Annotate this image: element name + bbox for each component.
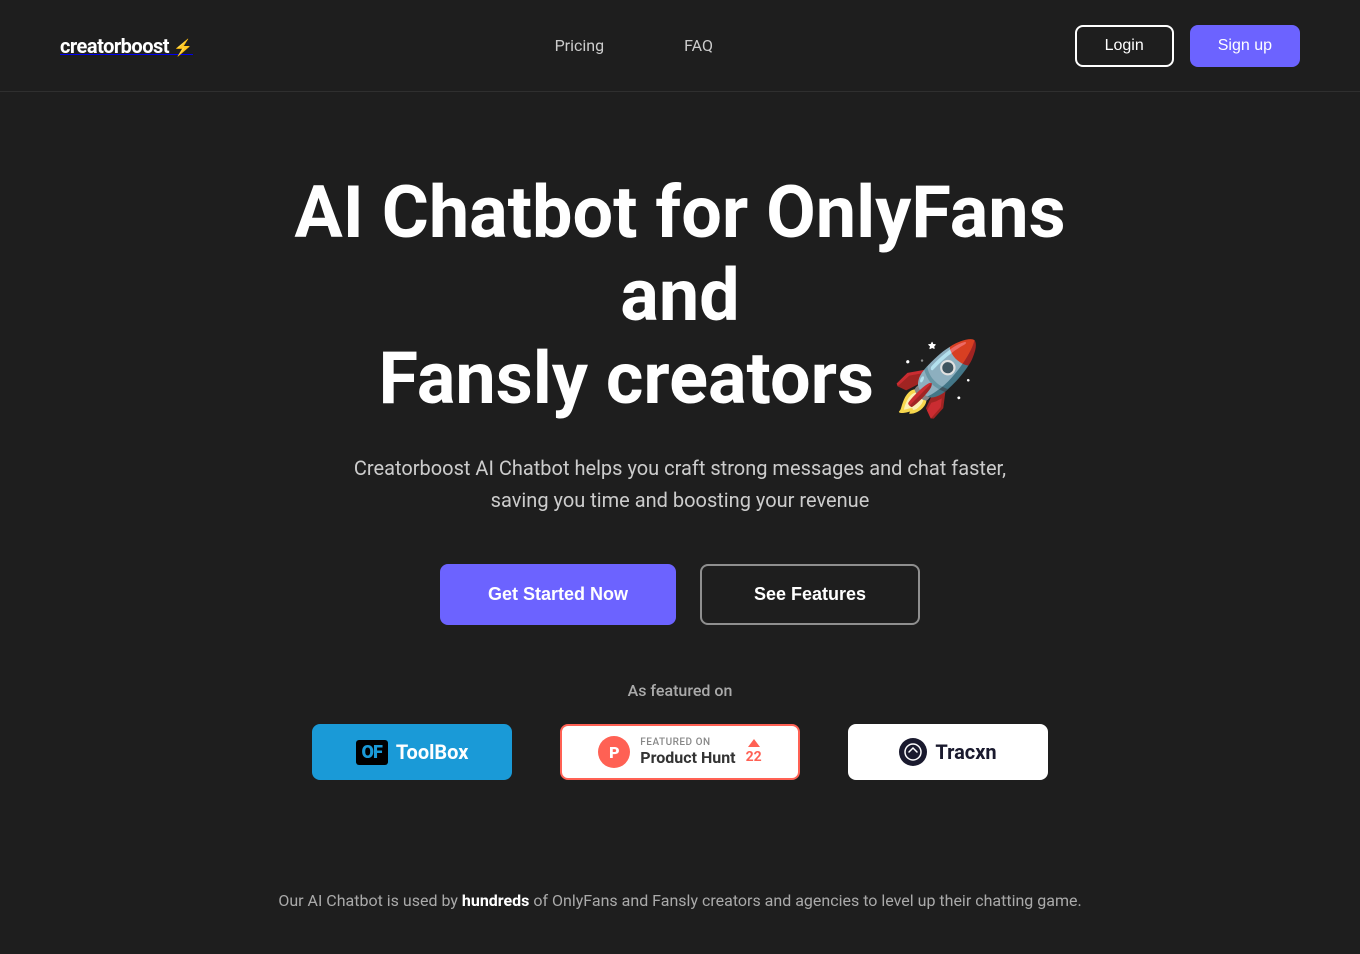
nav-logo[interactable]: creatorboost ⚡ [60, 34, 193, 58]
hero-subtitle: Creatorboost AI Chatbot helps you craft … [330, 452, 1030, 516]
navbar: creatorboost ⚡ Pricing FAQ Login Sign up [0, 0, 1360, 92]
nav-link-faq[interactable]: FAQ [684, 36, 713, 55]
social-proof-text: Our AI Chatbot is used by hundreds of On… [0, 840, 1360, 954]
of-toolbox-badge[interactable]: OF ToolBox [312, 724, 512, 780]
tracxn-badge[interactable]: Tracxn [848, 724, 1048, 780]
product-hunt-middle: FEATURED ON Product Hunt [640, 737, 735, 767]
hero-title: AI Chatbot for OnlyFans and Fansly creat… [230, 172, 1130, 420]
login-button[interactable]: Login [1075, 25, 1174, 67]
product-hunt-badge[interactable]: P FEATURED ON Product Hunt 22 [560, 724, 800, 780]
ph-triangle-icon [748, 739, 760, 747]
nav-buttons: Login Sign up [1075, 25, 1300, 67]
of-toolbox-label: ToolBox [396, 740, 469, 764]
tracxn-label: Tracxn [935, 740, 996, 764]
nav-link-pricing[interactable]: Pricing [555, 36, 605, 55]
social-proof-prefix: Our AI Chatbot is used by [278, 891, 462, 910]
hero-section: AI Chatbot for OnlyFans and Fansly creat… [0, 92, 1360, 840]
logo-text: creatorboost [60, 34, 169, 58]
product-hunt-icon: P [598, 736, 630, 768]
ph-featured-on-text: FEATURED ON [640, 737, 710, 748]
signup-button[interactable]: Sign up [1190, 25, 1300, 67]
hero-buttons: Get Started Now See Features [440, 564, 920, 625]
hero-title-line1: AI Chatbot for OnlyFans and [294, 170, 1065, 338]
ph-name-text: Product Hunt [640, 748, 735, 767]
of-badge-of-text: OF [356, 740, 388, 765]
featured-logos: OF ToolBox P FEATURED ON Product Hunt 22 [312, 724, 1048, 780]
featured-section: As featured on OF ToolBox P FEATURED ON … [312, 681, 1048, 780]
get-started-button[interactable]: Get Started Now [440, 564, 676, 625]
see-features-button[interactable]: See Features [700, 564, 920, 625]
featured-label: As featured on [628, 681, 733, 700]
hero-title-line2: Fansly creators 🚀 [379, 336, 982, 421]
ph-vote-count: 22 [746, 739, 762, 765]
social-proof-suffix: of OnlyFans and Fansly creators and agen… [529, 891, 1081, 910]
ph-number-text: 22 [746, 749, 762, 765]
nav-links: Pricing FAQ [555, 36, 713, 55]
social-proof-highlight: hundreds [462, 891, 529, 910]
tracxn-icon [899, 738, 927, 766]
logo-icon: ⚡ [173, 38, 193, 57]
